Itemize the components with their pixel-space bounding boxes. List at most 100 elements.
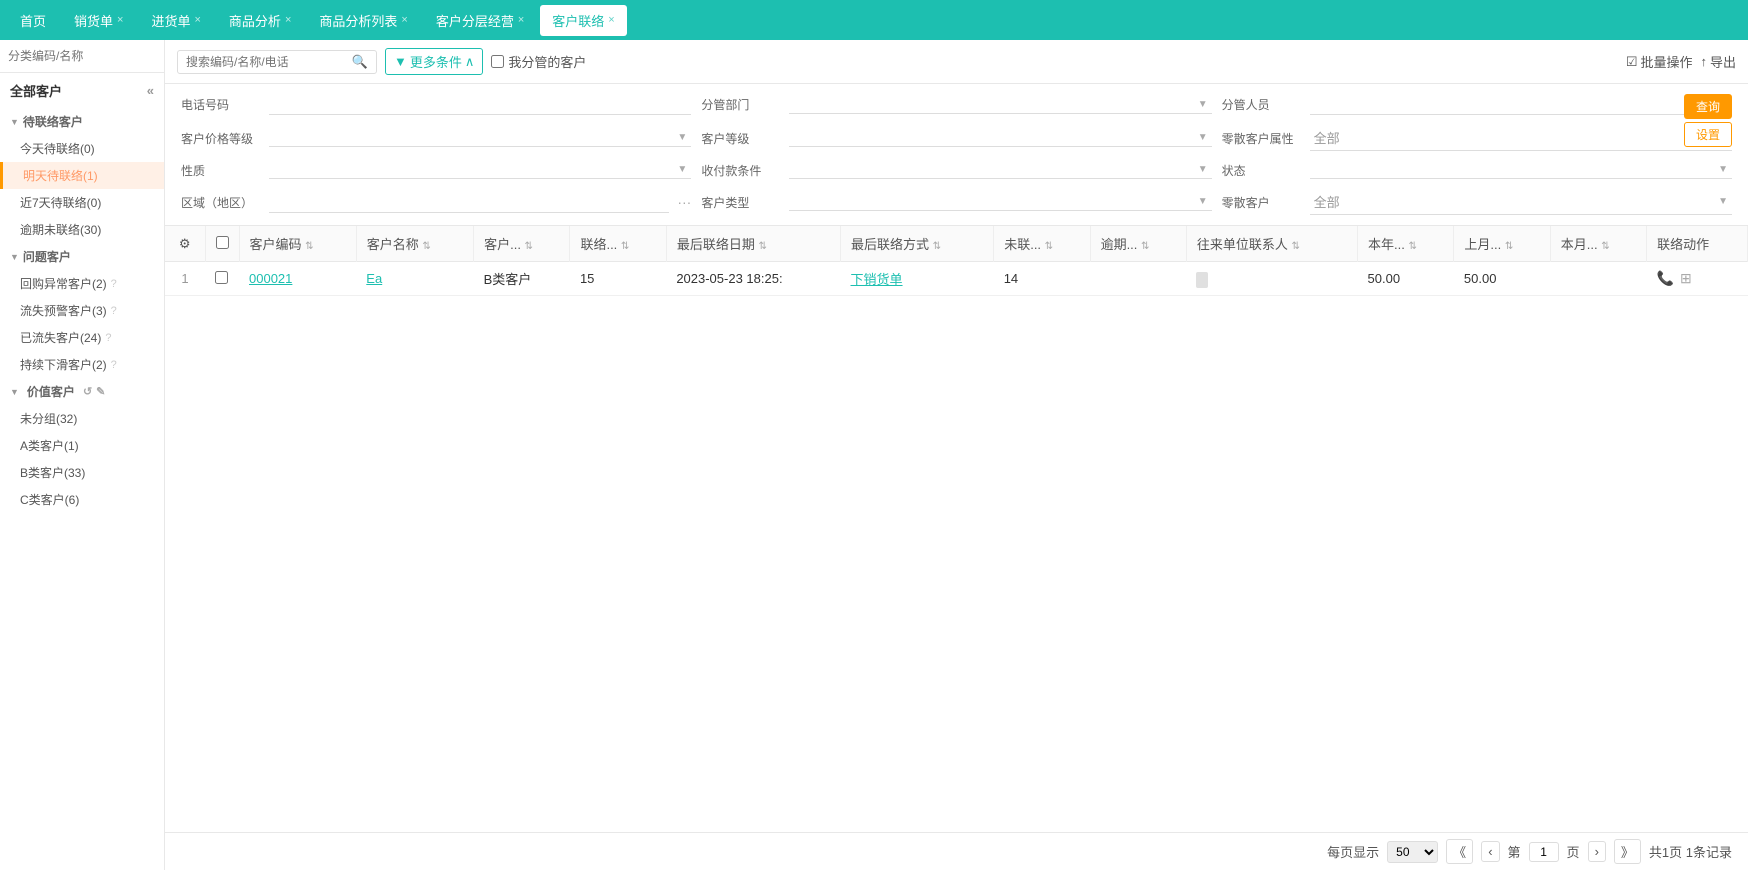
nav-analysis-list-close[interactable]: × [401, 14, 407, 26]
set-button[interactable]: 设置 [1684, 122, 1732, 147]
col-name[interactable]: 客户名称 ⇅ [356, 226, 473, 262]
sidebar-item-today[interactable]: 今天待联络(0) [0, 135, 164, 162]
filter-phone-input[interactable] [269, 94, 691, 115]
col-checkbox[interactable] [205, 226, 239, 262]
sidebar-search-box[interactable]: 🔍 [0, 40, 164, 73]
sidebar-item-class-b[interactable]: B类客户(33) [0, 459, 164, 486]
select-all-checkbox[interactable] [216, 236, 229, 249]
prev-page-button[interactable]: ‹ [1481, 841, 1499, 862]
col-contact-count[interactable]: 联络... ⇅ [570, 226, 666, 262]
filter-region-dots[interactable]: ··· [677, 194, 691, 210]
pagination: 每页显示 50 100 200 《 ‹ 第 页 › 》 共1页 1条记录 [165, 832, 1748, 870]
filter-retail-customer-select[interactable]: 全部 ▼ [1310, 189, 1732, 215]
sidebar-item-lost-risk[interactable]: 流失预警客户(3) ? [0, 297, 164, 324]
filter-status-select[interactable]: ▼ [1310, 161, 1732, 179]
col-settings[interactable]: ⚙ [165, 226, 205, 262]
main-search-box[interactable]: 🔍 [177, 50, 377, 74]
nav-customer-contact[interactable]: 客户联络 × [540, 5, 626, 36]
last-contact-method-link[interactable]: 下销货单 [851, 272, 903, 287]
chevron-down-icon-8: ▼ [1198, 196, 1208, 207]
row-name[interactable]: Ea [356, 262, 473, 296]
last-page-button[interactable]: 》 [1614, 839, 1641, 864]
sidebar-item-repurchase-abnormal[interactable]: 回购异常客户(2) ? [0, 270, 164, 297]
filter-customer-grade-select[interactable]: ▼ [789, 129, 1211, 147]
query-button[interactable]: 查询 [1684, 94, 1732, 119]
filter-nature-label: 性质 [181, 162, 261, 179]
filter-person-input[interactable] [1310, 94, 1710, 115]
more-filters-button[interactable]: ▼ 更多条件 ∧ [385, 48, 483, 75]
col-last-contact-date[interactable]: 最后联络日期 ⇅ [666, 226, 840, 262]
filter-retail-attr-value: 全部 [1314, 128, 1340, 147]
nav-home[interactable]: 首页 [8, 5, 58, 36]
page-label: 第 [1508, 842, 1521, 861]
phone-action-icon[interactable]: 📞 [1657, 270, 1674, 287]
col-no-contact[interactable]: 未联... ⇅ [994, 226, 1090, 262]
sidebar-item-unclassified[interactable]: 未分组(32) [0, 405, 164, 432]
row-checkbox[interactable] [205, 262, 239, 296]
export-button[interactable]: ↑ 导出 [1700, 52, 1736, 71]
filter-status-label: 状态 [1222, 162, 1302, 179]
table-row: 1 000021 Ea B类客户 15 2023-05-23 18:25: 下销… [165, 262, 1748, 296]
sidebar-item-class-c[interactable]: C类客户(6) [0, 486, 164, 513]
first-page-button[interactable]: 《 [1446, 839, 1473, 864]
sidebar-item-lost[interactable]: 已流失客户(24) ? [0, 324, 164, 351]
nav-customer-tier[interactable]: 客户分层经营 × [424, 5, 536, 36]
filter-region-input[interactable] [269, 192, 669, 213]
top-navigation: 首页 销货单 × 进货单 × 商品分析 × 商品分析列表 × 客户分层经营 × … [0, 0, 1748, 40]
sidebar-item-overdue[interactable]: 逾期未联络(30) [0, 216, 164, 243]
collapse-icon[interactable]: « [147, 83, 154, 98]
sort-icon-contact: ⇅ [621, 241, 629, 252]
nav-customer-contact-close[interactable]: × [608, 14, 614, 26]
nav-sales[interactable]: 销货单 × [62, 5, 135, 36]
next-page-button[interactable]: › [1588, 841, 1606, 862]
nav-sales-close[interactable]: × [117, 14, 123, 26]
col-this-month[interactable]: 本月... ⇅ [1550, 226, 1646, 262]
page-suffix: 页 [1567, 842, 1580, 861]
sidebar-item-tomorrow[interactable]: 明天待联络(1) [0, 162, 164, 189]
page-number-input[interactable] [1529, 842, 1559, 862]
row-code[interactable]: 000021 [239, 262, 356, 296]
col-customer-type[interactable]: 客户... ⇅ [474, 226, 570, 262]
filter-retail-attr-select[interactable]: 全部 ▼ [1310, 125, 1732, 151]
nav-purchase[interactable]: 进货单 × [139, 5, 212, 36]
nav-analysis[interactable]: 商品分析 × [217, 5, 303, 36]
filter-payment-select[interactable]: ▼ [789, 161, 1211, 179]
batch-op-button[interactable]: ☑ 批量操作 [1626, 52, 1693, 71]
nav-analysis-close[interactable]: × [285, 14, 291, 26]
col-overdue[interactable]: 逾期... ⇅ [1090, 226, 1186, 262]
grid-action-icon[interactable]: ⊞ [1680, 270, 1692, 287]
nav-analysis-list[interactable]: 商品分析列表 × [307, 5, 419, 36]
col-this-year[interactable]: 本年... ⇅ [1358, 226, 1454, 262]
main-search-input[interactable] [186, 55, 352, 69]
sidebar-item-week[interactable]: 近7天待联络(0) [0, 189, 164, 216]
main-search-icon[interactable]: 🔍 [352, 54, 368, 70]
nav-purchase-close[interactable]: × [194, 14, 200, 26]
col-unit-contact[interactable]: 往来单位联系人 ⇅ [1186, 226, 1357, 262]
filter-customer-type-select[interactable]: ▼ [789, 193, 1211, 211]
sidebar-item-class-a[interactable]: A类客户(1) [0, 432, 164, 459]
value-customer-edit[interactable]: ✎ [96, 385, 105, 398]
value-customer-refresh[interactable]: ↺ [83, 385, 92, 398]
nav-customer-tier-close[interactable]: × [518, 14, 524, 26]
row-last-contact-method[interactable]: 下销货单 [841, 262, 994, 296]
chevron-down-icon: ▼ [1198, 99, 1208, 110]
row-last-month: 50.00 [1454, 262, 1550, 296]
all-customers-header[interactable]: 全部客户 « [0, 73, 164, 108]
filter-price-level-select[interactable]: ▼ [269, 129, 691, 147]
row-no-contact: 14 [994, 262, 1090, 296]
sidebar-search-input[interactable] [8, 49, 163, 63]
total-label: 共1页 1条记录 [1649, 842, 1732, 861]
my-customer-checkbox[interactable]: 我分管的客户 [491, 52, 586, 71]
sidebar-item-consecutive-down[interactable]: 持续下滑客户(2) ? [0, 351, 164, 378]
pending-contact-group: 待联络客户 [0, 108, 164, 135]
my-customer-input[interactable] [491, 55, 504, 68]
col-last-month[interactable]: 上月... ⇅ [1454, 226, 1550, 262]
filter-nature-select[interactable]: ▼ [269, 161, 691, 179]
filter-nature: 性质 ▼ [181, 161, 691, 179]
filter-dept-select[interactable]: ▼ [789, 96, 1211, 114]
sort-icon-date: ⇅ [758, 241, 766, 252]
per-page-select[interactable]: 50 100 200 [1387, 841, 1438, 863]
row-select-checkbox[interactable] [215, 271, 228, 284]
col-code[interactable]: 客户编码 ⇅ [239, 226, 356, 262]
col-last-contact-method[interactable]: 最后联络方式 ⇅ [841, 226, 994, 262]
